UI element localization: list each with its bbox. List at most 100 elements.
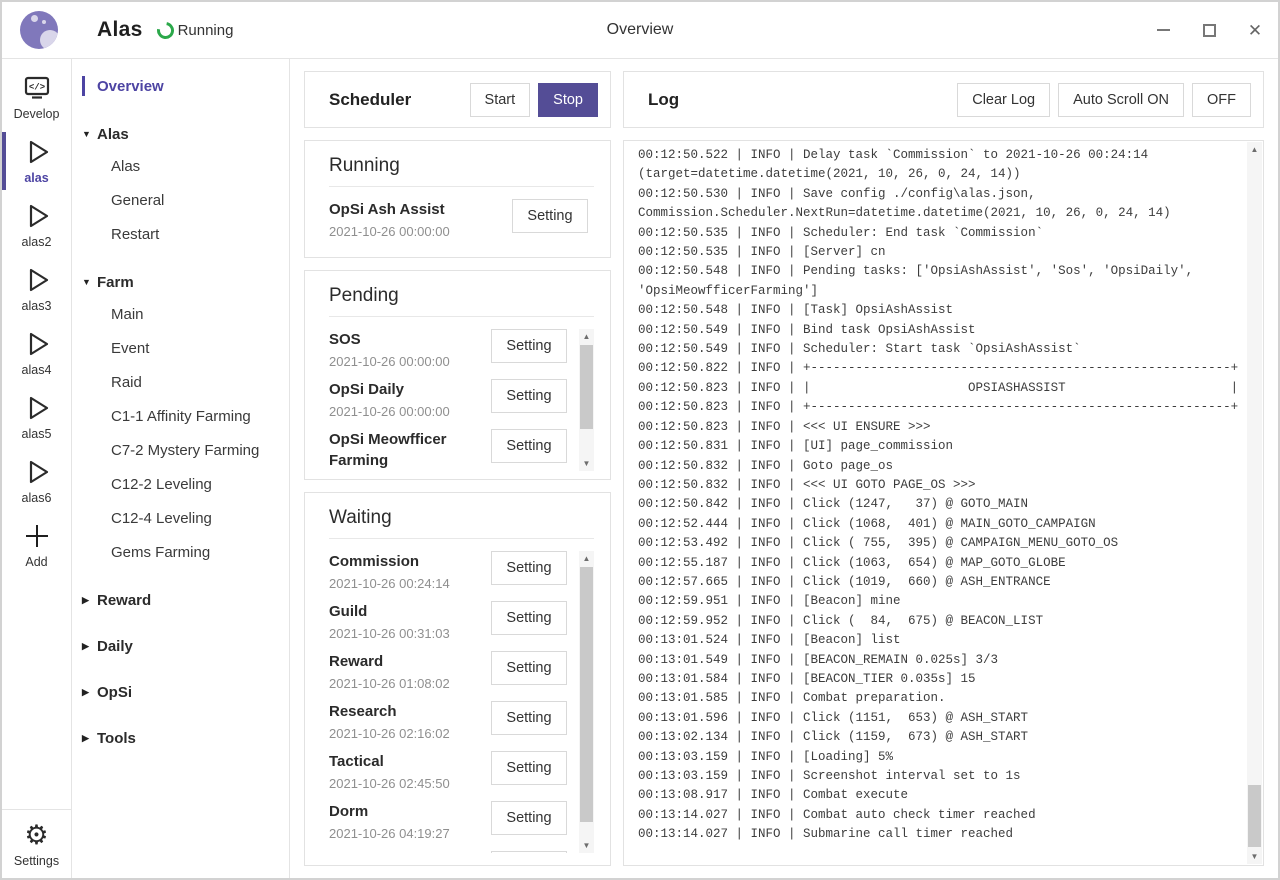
group-arrow-icon: [82, 733, 97, 744]
svg-text:</>: </>: [28, 83, 44, 93]
scroll-down-icon[interactable]: ▼: [1247, 849, 1262, 864]
rail-item-add[interactable]: Add: [2, 513, 71, 577]
close-button[interactable]: ✕: [1232, 2, 1278, 58]
nav-item[interactable]: C7-2 Mystery Farming: [72, 433, 289, 467]
nav-item[interactable]: C12-2 Leveling: [72, 467, 289, 501]
overview-content: Scheduler Start Stop Running OpSi Ash As…: [290, 59, 1278, 878]
setting-button[interactable]: Setting: [491, 551, 567, 585]
scheduler-header: Scheduler Start Stop: [304, 71, 611, 128]
setting-button[interactable]: Setting: [491, 801, 567, 835]
log-line: 00:13:03.159 | INFO | [Loading] 5%: [638, 748, 1243, 767]
setting-button[interactable]: Setting: [491, 651, 567, 685]
nav-item[interactable]: Restart: [72, 217, 289, 251]
scroll-up-icon[interactable]: ▲: [579, 551, 594, 566]
scrollbar[interactable]: ▲ ▼: [1247, 142, 1262, 864]
log-line: 00:12:53.492 | INFO | Click ( 755, 395) …: [638, 534, 1243, 553]
rail-item-instance[interactable]: alas2: [2, 193, 71, 257]
task-info: Reward 2021-10-26 01:08:02: [329, 651, 491, 692]
setting-button[interactable]: Setting: [491, 379, 567, 413]
task-row: Commission 2021-10-26 00:24:14 Setting: [329, 551, 573, 601]
setting-button[interactable]: Setting: [491, 601, 567, 635]
setting-button[interactable]: Setting: [491, 429, 567, 463]
task-info: OpSi Ash Assist 2021-10-26 00:00:00: [329, 199, 512, 240]
auto-scroll-on-button[interactable]: Auto Scroll ON: [1058, 83, 1184, 117]
rail-item-instance[interactable]: alas4: [2, 321, 71, 385]
status-label: Running: [178, 22, 234, 39]
task-row: Reward 2021-10-26 01:08:02 Setting: [329, 651, 573, 701]
nav-item[interactable]: Event: [72, 331, 289, 365]
nav-item[interactable]: Raid: [72, 365, 289, 399]
stop-button[interactable]: Stop: [538, 83, 598, 117]
task-row: Research 2021-10-26 02:16:02 Setting: [329, 701, 573, 751]
rail-item-label: Add: [25, 555, 47, 569]
rail-item-settings[interactable]: ⚙ Settings: [2, 809, 71, 878]
setting-button[interactable]: Setting: [491, 329, 567, 363]
nav-item[interactable]: Overview: [72, 69, 289, 103]
scroll-up-icon[interactable]: ▲: [1247, 142, 1262, 157]
rail-item-instance[interactable]: alas5: [2, 385, 71, 449]
play-icon: [21, 200, 53, 232]
nav-item[interactable]: Alas: [72, 119, 289, 149]
task-info: OpSi Daily 2021-10-26 00:00:00: [329, 379, 491, 420]
log-line: 00:12:52.444 | INFO | Click (1068, 401) …: [638, 515, 1243, 534]
maximize-button[interactable]: [1186, 2, 1232, 58]
nav-item[interactable]: Farm: [72, 267, 289, 297]
nav-item[interactable]: OpSi: [72, 677, 289, 707]
scrollbar-thumb[interactable]: [580, 567, 593, 822]
task-info: Dorm 2021-10-26 04:19:27: [329, 801, 491, 842]
log-line: 00:12:59.951 | INFO | [Beacon] mine: [638, 592, 1243, 611]
task-next-run-time: 2021-10-26 00:24:14: [329, 575, 483, 592]
nav-item[interactable]: Main: [72, 297, 289, 331]
scroll-down-icon[interactable]: ▼: [579, 456, 594, 471]
nav-item[interactable]: Gems Farming: [72, 535, 289, 569]
nav-item[interactable]: C12-4 Leveling: [72, 501, 289, 535]
minimize-button[interactable]: [1140, 2, 1186, 58]
rail-item-instance[interactable]: alas3: [2, 257, 71, 321]
task-info: SOS 2021-10-26 00:00:00: [329, 329, 491, 370]
pending-task-scroll: SOS 2021-10-26 00:00:00 Setting OpSi Dai…: [329, 329, 594, 471]
scheduler-title: Scheduler: [329, 90, 470, 110]
auto-scroll-off-button[interactable]: OFF: [1192, 83, 1251, 117]
nav-item-label: Restart: [111, 226, 159, 243]
task-name: OpSi Ash Assist: [329, 199, 504, 220]
code-monitor-icon: </>: [21, 72, 53, 104]
scrollbar[interactable]: ▲ ▼: [579, 329, 594, 471]
nav-item[interactable]: Daily: [72, 631, 289, 661]
rail-item-instance[interactable]: alas: [2, 129, 71, 193]
minimize-icon: [1157, 29, 1170, 31]
scrollbar[interactable]: ▲ ▼: [579, 551, 594, 853]
log-line: 00:12:50.823 | INFO | <<< UI ENSURE >>>: [638, 418, 1243, 437]
setting-button[interactable]: Setting: [512, 199, 588, 233]
group-arrow-icon: [82, 641, 97, 652]
nav-item[interactable]: C1-1 Affinity Farming: [72, 399, 289, 433]
log-body: 00:12:50.522 | INFO | Delay task `Commis…: [638, 146, 1243, 860]
log-line: 00:12:59.952 | INFO | Click ( 84, 675) @…: [638, 612, 1243, 631]
rail-item-instance[interactable]: alas6: [2, 449, 71, 513]
clear-log-button[interactable]: Clear Log: [957, 83, 1050, 117]
setting-button[interactable]: Setting: [491, 751, 567, 785]
nav-item[interactable]: Reward: [72, 585, 289, 615]
setting-button[interactable]: Setting: [491, 851, 567, 853]
task-next-run-time: 2021-10-26 02:45:50: [329, 775, 483, 792]
rail-item-label: Settings: [14, 854, 59, 868]
nav-item[interactable]: General: [72, 183, 289, 217]
log-line: 00:12:50.548 | INFO | [Task] OpsiAshAssi…: [638, 301, 1243, 320]
nav-item-label: C1-1 Affinity Farming: [111, 408, 251, 425]
log-line: 00:12:50.822 | INFO | +-----------------…: [638, 359, 1243, 378]
task-info: OpSi Meowfficer Farming: [329, 429, 491, 471]
start-button[interactable]: Start: [470, 83, 531, 117]
scrollbar-thumb[interactable]: [1248, 785, 1261, 847]
nav-item[interactable]: Alas: [72, 149, 289, 183]
nav-item-label: C12-2 Leveling: [111, 476, 212, 493]
app-window: Alas Running Overview ✕ </> Develop: [0, 0, 1280, 880]
plus-icon: [21, 520, 53, 552]
setting-button[interactable]: Setting: [491, 701, 567, 735]
scroll-up-icon[interactable]: ▲: [579, 329, 594, 344]
scrollbar-thumb[interactable]: [580, 345, 593, 429]
scroll-down-icon[interactable]: ▼: [579, 838, 594, 853]
rail-item-develop[interactable]: </> Develop: [2, 65, 71, 129]
task-row: OpSi Daily 2021-10-26 00:00:00 Setting: [329, 379, 573, 429]
nav-item[interactable]: Tools: [72, 723, 289, 753]
log-line: 00:12:55.187 | INFO | Click (1063, 654) …: [638, 554, 1243, 573]
app-title: Alas: [97, 18, 143, 42]
